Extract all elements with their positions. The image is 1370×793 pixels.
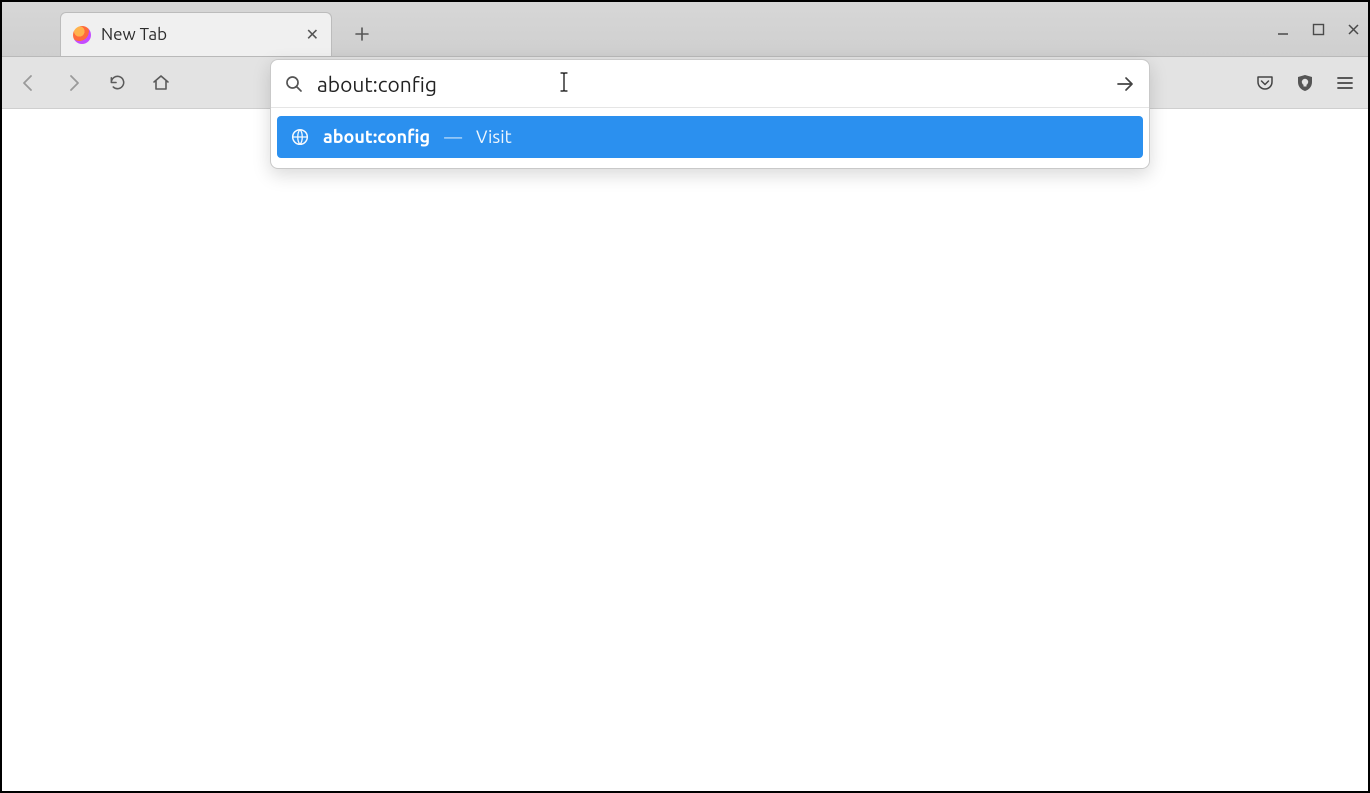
maximize-button[interactable] — [1312, 23, 1325, 36]
urlbar[interactable] — [271, 60, 1149, 108]
globe-icon — [291, 128, 309, 146]
reload-button[interactable] — [102, 68, 132, 98]
back-button[interactable] — [14, 68, 44, 98]
suggestion-action: Visit — [476, 127, 512, 147]
address-input[interactable] — [317, 72, 1101, 96]
pocket-button[interactable] — [1254, 72, 1276, 94]
home-button[interactable] — [146, 68, 176, 98]
close-window-button[interactable] — [1347, 23, 1360, 36]
search-icon — [285, 75, 303, 93]
go-arrow-icon[interactable] — [1115, 74, 1135, 94]
minimize-button[interactable] — [1276, 23, 1290, 37]
ublock-shield-icon[interactable] — [1294, 72, 1316, 94]
urlbar-suggestion[interactable]: about:config — Visit — [277, 116, 1143, 158]
browser-tab[interactable]: New Tab ✕ — [60, 12, 332, 56]
page-content — [2, 109, 1368, 791]
window-controls — [1276, 2, 1360, 57]
forward-button[interactable] — [58, 68, 88, 98]
titlebar: New Tab ✕ — [2, 2, 1368, 57]
tab-title: New Tab — [101, 25, 296, 44]
firefox-favicon-icon — [73, 26, 91, 44]
suggestion-separator: — — [444, 127, 462, 147]
urlbar-dropdown: about:config — Visit — [270, 59, 1150, 169]
menu-button[interactable] — [1334, 72, 1356, 94]
suggestion-title: about:config — [323, 127, 430, 147]
tab-close-icon[interactable]: ✕ — [306, 25, 319, 44]
new-tab-button[interactable] — [344, 16, 380, 52]
